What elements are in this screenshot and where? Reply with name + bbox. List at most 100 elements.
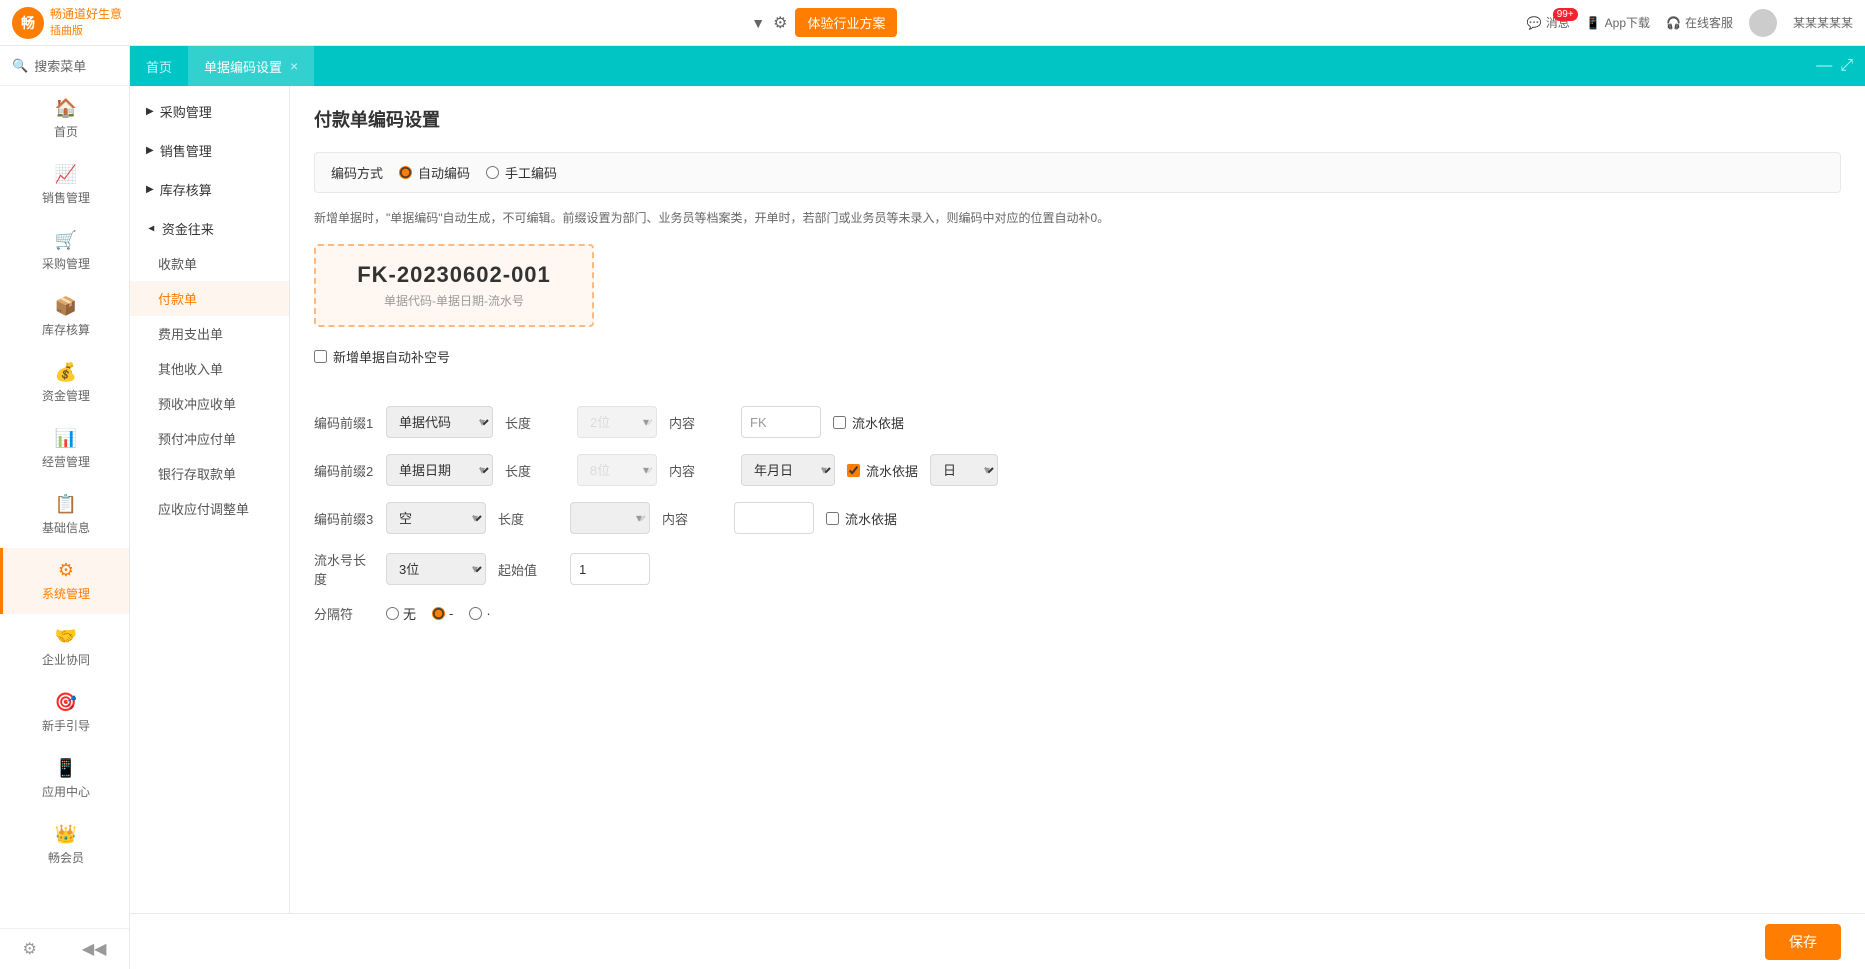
auto-fill-label[interactable]: 新增单据自动补空号	[314, 347, 450, 366]
sidebar-item-apps[interactable]: 📱 应用中心	[0, 746, 129, 812]
top-bar-mid: ▼ ⚙ 体验行业方案	[751, 8, 897, 37]
prefix2-serial-unit-wrapper: 日	[930, 454, 998, 486]
sub-menu-purchase: ▶ 采购管理	[130, 94, 289, 129]
manual-encode-input[interactable]	[486, 166, 499, 179]
save-button[interactable]: 保存	[1765, 924, 1841, 960]
sub-menu-purchase-title[interactable]: ▶ 采购管理	[130, 94, 289, 129]
sub-menu-item-bank[interactable]: 银行存取款单	[130, 456, 289, 491]
arrow-icon: ▶	[146, 184, 154, 195]
tab-home[interactable]: 首页	[130, 46, 188, 86]
sub-menu-item-other-income[interactable]: 其他收入单	[130, 351, 289, 386]
settings-bottom-icon[interactable]: ⚙	[23, 939, 37, 959]
prefix2-length-select[interactable]: 8位	[577, 454, 657, 486]
prefix3-content-input[interactable]	[734, 502, 814, 534]
sidebar-item-inventory[interactable]: 📦 库存核算	[0, 284, 129, 350]
prefix1-label: 编码前缀1	[314, 413, 374, 432]
enterprise-icon: 🤝	[55, 626, 77, 647]
auto-encode-input[interactable]	[399, 166, 412, 179]
sidebar-item-system[interactable]: ⚙ 系统管理	[0, 548, 129, 614]
search-icon: 🔍	[12, 58, 28, 74]
prefix2-content-wrapper: 年月日	[741, 454, 835, 486]
sidebar-item-enterprise[interactable]: 🤝 企业协同	[0, 614, 129, 680]
sub-menu-sales-title[interactable]: ▶ 销售管理	[130, 133, 289, 168]
user-name: 某某某某某	[1793, 14, 1853, 31]
tab-expand-icon[interactable]: ⤢	[1840, 57, 1853, 75]
prefix1-select[interactable]: 单据代码	[386, 406, 493, 438]
prefix2-content-select[interactable]: 年月日	[741, 454, 835, 486]
auto-encode-radio[interactable]: 自动编码	[399, 163, 470, 182]
separator-label: 分隔符	[314, 604, 374, 623]
sub-menu-item-adjustment[interactable]: 应收应付调整单	[130, 491, 289, 526]
top-bar: 畅 畅通道好生意 插曲版 ▼ ⚙ 体验行业方案 💬 消息 99+ 📱 App下载…	[0, 0, 1865, 46]
app-download-button[interactable]: 📱 App下载	[1586, 14, 1650, 31]
sidebar-item-operations[interactable]: 📊 经营管理	[0, 416, 129, 482]
prefix2-serial-unit-select[interactable]: 日	[930, 454, 998, 486]
trial-button[interactable]: 体验行业方案	[795, 8, 897, 37]
collapse-icon[interactable]: ◀◀	[82, 939, 107, 959]
logo-icon: 畅	[12, 7, 44, 39]
sub-sidebar: ▶ 采购管理 ▶ 销售管理 ▶ 库存核算	[130, 86, 290, 913]
search-menu[interactable]: 🔍 搜索菜单	[0, 46, 129, 86]
auto-fill-row: 新增单据自动补空号	[314, 347, 1841, 386]
sidebar-item-purchase[interactable]: 🛒 采购管理	[0, 218, 129, 284]
purchase-icon: 🛒	[55, 230, 77, 251]
sep-dash-radio[interactable]: -	[432, 606, 453, 621]
sub-menu-item-expense[interactable]: 费用支出单	[130, 316, 289, 351]
tab-close-icon[interactable]: ×	[290, 58, 298, 74]
sub-menu-item-prepay-receivable[interactable]: 预收冲应收单	[130, 386, 289, 421]
top-bar-right: 💬 消息 99+ 📱 App下载 🎧 在线客服 某某某某某	[1527, 9, 1853, 37]
sub-menu-item-prepay-payable[interactable]: 预付冲应付单	[130, 421, 289, 456]
sidebar-item-sales[interactable]: 📈 销售管理	[0, 152, 129, 218]
serial-length-select[interactable]: 3位	[386, 553, 486, 585]
expand-icon[interactable]: ▼	[751, 15, 765, 31]
sep-dash-input[interactable]	[432, 607, 445, 620]
prefix3-content-label: 内容	[662, 509, 722, 528]
sep-dot-radio[interactable]: ·	[469, 606, 490, 621]
prefix1-content-input[interactable]	[741, 406, 821, 438]
prefix3-serial-check[interactable]	[826, 512, 839, 525]
encoding-method-label: 编码方式	[331, 163, 383, 182]
sidebar-bottom: ⚙ ◀◀	[0, 928, 129, 969]
prefix3-row: 编码前缀3 空 长度 内容	[314, 502, 1841, 534]
prefix1-content-label: 内容	[669, 413, 729, 432]
sidebar-item-basic-info[interactable]: 📋 基础信息	[0, 482, 129, 548]
start-value-label: 起始值	[498, 560, 558, 579]
prefix2-serial-check[interactable]	[847, 464, 860, 477]
prefix1-length-wrapper: 2位	[577, 406, 657, 438]
sidebar-item-guide[interactable]: 🎯 新手引导	[0, 680, 129, 746]
message-icon: 💬	[1527, 16, 1542, 30]
sidebar-item-members[interactable]: 👑 畅会员	[0, 812, 129, 878]
sep-none-radio[interactable]: 无	[386, 604, 416, 623]
message-button[interactable]: 💬 消息 99+	[1527, 14, 1570, 31]
prefix2-select[interactable]: 单据日期	[386, 454, 493, 486]
prefix1-serial-checkbox[interactable]: 流水依据	[833, 413, 904, 432]
sep-dot-input[interactable]	[469, 607, 482, 620]
sidebar-item-finance[interactable]: 💰 资金管理	[0, 350, 129, 416]
sidebar-item-home[interactable]: 🏠 首页	[0, 86, 129, 152]
sub-menu-item-payment[interactable]: 付款单	[130, 281, 289, 316]
prefix2-length-wrapper: 8位	[577, 454, 657, 486]
prefix2-row: 编码前缀2 单据日期 长度 8位 内容	[314, 454, 1841, 486]
user-avatar[interactable]	[1749, 9, 1777, 37]
prefix2-serial-checkbox[interactable]: 流水依据	[847, 461, 918, 480]
prefix3-select[interactable]: 空	[386, 502, 486, 534]
sub-menu-item-receipt[interactable]: 收款单	[130, 246, 289, 281]
operations-icon: 📊	[55, 428, 77, 449]
gear-icon[interactable]: ⚙	[773, 13, 787, 33]
prefix3-serial-checkbox[interactable]: 流水依据	[826, 509, 897, 528]
auto-fill-checkbox[interactable]	[314, 350, 327, 363]
prefix1-serial-check[interactable]	[833, 416, 846, 429]
prefix1-length-select[interactable]: 2位	[577, 406, 657, 438]
tab-current[interactable]: 单据编码设置 ×	[188, 46, 314, 86]
tab-minimize-icon[interactable]: —	[1816, 57, 1832, 75]
sub-menu-funds-title[interactable]: ▼ 资金往来	[130, 211, 289, 246]
logo-area: 畅 畅通道好生意 插曲版	[12, 7, 122, 39]
home-icon: 🏠	[55, 98, 77, 119]
sep-none-input[interactable]	[386, 607, 399, 620]
page-content: ▶ 采购管理 ▶ 销售管理 ▶ 库存核算	[130, 86, 1865, 913]
start-value-input[interactable]	[570, 553, 650, 585]
online-support-button[interactable]: 🎧 在线客服	[1666, 14, 1733, 31]
prefix3-length-select[interactable]	[570, 502, 650, 534]
sub-menu-inventory-title[interactable]: ▶ 库存核算	[130, 172, 289, 207]
manual-encode-radio[interactable]: 手工编码	[486, 163, 557, 182]
